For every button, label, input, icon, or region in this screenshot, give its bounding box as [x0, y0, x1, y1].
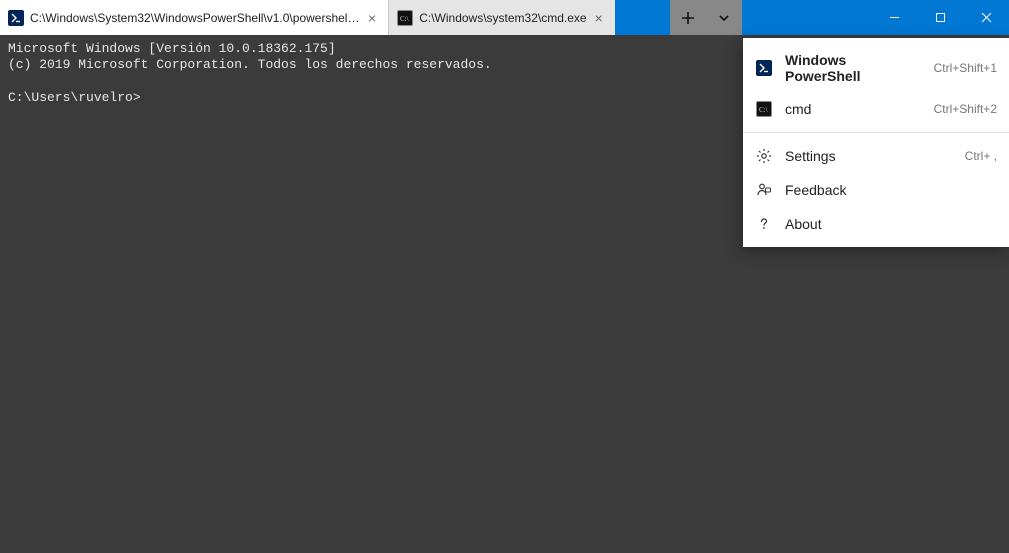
tab-cmd[interactable]: C:\ C:\Windows\system32\cmd.exe ×: [388, 0, 615, 35]
titlebar-drag-area[interactable]: [742, 0, 871, 35]
tab-label: C:\Windows\system32\cmd.exe: [419, 11, 586, 25]
terminal-line: (c) 2019 Microsoft Corporation. Todos lo…: [8, 57, 492, 72]
menu-item-label: cmd: [785, 101, 922, 117]
terminal-line: Microsoft Windows [Versión 10.0.18362.17…: [8, 41, 336, 56]
menu-item-label: Settings: [785, 148, 953, 164]
cmd-icon: C:\: [755, 100, 773, 118]
window-controls: [871, 0, 1009, 35]
svg-text:C:\: C:\: [759, 106, 768, 113]
close-icon[interactable]: ×: [366, 11, 378, 25]
tab-powershell[interactable]: C:\Windows\System32\WindowsPowerShell\v1…: [0, 0, 388, 35]
menu-item-label: Windows PowerShell: [785, 52, 922, 84]
feedback-icon: [755, 181, 773, 199]
tab-dropdown-button[interactable]: [706, 0, 742, 35]
menu-item-powershell[interactable]: Windows PowerShell Ctrl+Shift+1: [743, 44, 1009, 92]
menu-item-label: About: [785, 216, 997, 232]
menu-item-about[interactable]: About: [743, 207, 1009, 241]
menu-item-settings[interactable]: Settings Ctrl+ ,: [743, 139, 1009, 173]
tab-label: C:\Windows\System32\WindowsPowerShell\v1…: [30, 11, 360, 25]
question-icon: [755, 215, 773, 233]
powershell-icon: [755, 59, 773, 77]
new-tab-button[interactable]: [670, 0, 706, 35]
tab-bar: C:\Windows\System32\WindowsPowerShell\v1…: [0, 0, 615, 35]
titlebar-spacer: [615, 0, 670, 35]
menu-item-shortcut: Ctrl+ ,: [965, 149, 997, 163]
minimize-button[interactable]: [871, 0, 917, 35]
menu-item-shortcut: Ctrl+Shift+1: [934, 61, 997, 75]
new-tab-dropdown-menu: Windows PowerShell Ctrl+Shift+1 C:\ cmd …: [743, 38, 1009, 247]
terminal-prompt: C:\Users\ruvelro>: [8, 90, 141, 105]
close-icon[interactable]: ×: [593, 11, 605, 25]
menu-item-shortcut: Ctrl+Shift+2: [934, 102, 997, 116]
close-button[interactable]: [963, 0, 1009, 35]
menu-item-label: Feedback: [785, 182, 997, 198]
svg-text:C:\: C:\: [400, 15, 409, 22]
maximize-button[interactable]: [917, 0, 963, 35]
menu-separator: [743, 132, 1009, 133]
menu-item-feedback[interactable]: Feedback: [743, 173, 1009, 207]
powershell-icon: [8, 10, 24, 26]
titlebar: C:\Windows\System32\WindowsPowerShell\v1…: [0, 0, 1009, 35]
gear-icon: [755, 147, 773, 165]
menu-item-cmd[interactable]: C:\ cmd Ctrl+Shift+2: [743, 92, 1009, 126]
cmd-icon: C:\: [397, 10, 413, 26]
